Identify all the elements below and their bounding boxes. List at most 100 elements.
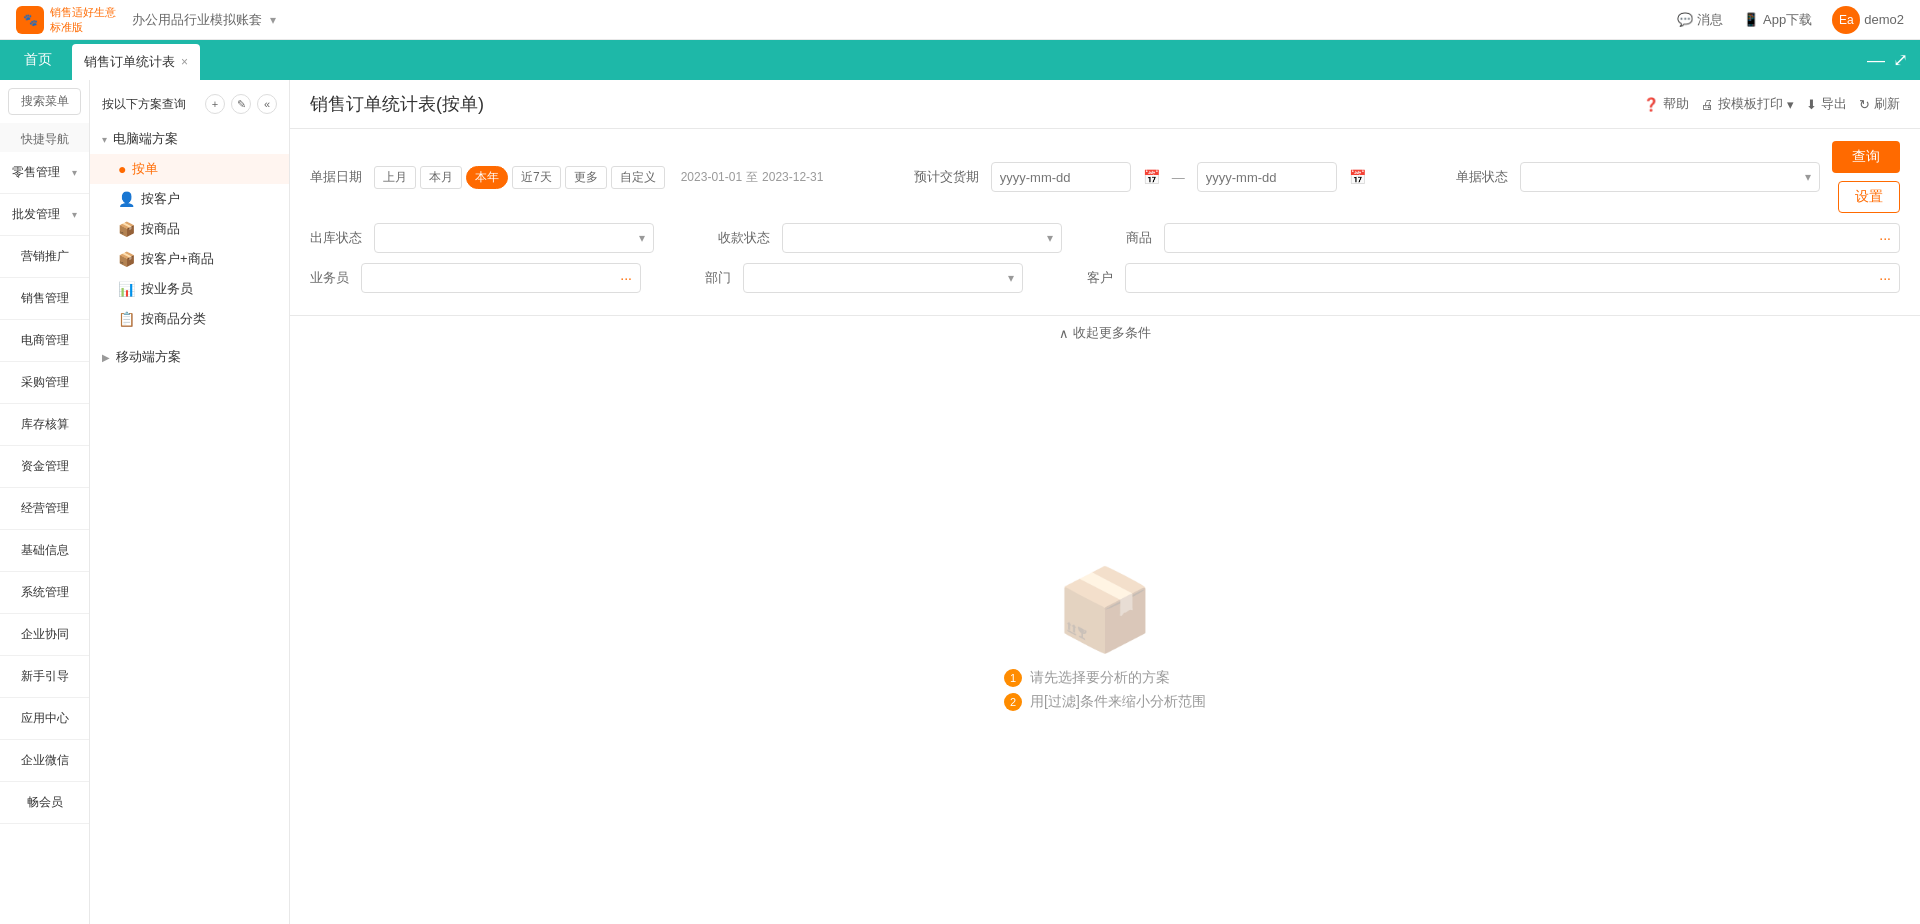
sidebar-item-wechat[interactable]: 企业微信	[0, 740, 89, 782]
logo-icon: 🐾	[16, 6, 44, 34]
sidebar-item-finance[interactable]: 资金管理	[0, 446, 89, 488]
sidebar-item-inventory[interactable]: 库存核算	[0, 404, 89, 446]
collapse-panel-btn[interactable]: «	[257, 94, 277, 114]
sidebar-item-member[interactable]: 畅会员	[0, 782, 89, 824]
query-btn-area: 查询 设置	[1832, 141, 1900, 213]
user-btn[interactable]: Ea demo2	[1832, 6, 1904, 34]
salesperson-label: 业务员	[310, 269, 349, 287]
sidebar-item-wholesale[interactable]: 批发管理 ▾	[0, 194, 89, 236]
scheme-by-customer[interactable]: 👤 按客户	[90, 184, 289, 214]
tab-home[interactable]: 首页	[8, 40, 68, 80]
sidebar: 搜索菜单 快捷导航 零售管理 ▾ 批发管理 ▾ 营销推广 销售管理 电商管理 采…	[0, 80, 90, 924]
date-btn-this-month[interactable]: 本月	[420, 166, 462, 189]
date-btn-custom[interactable]: 自定义	[611, 166, 665, 189]
scheme-person-icon: 👤	[118, 191, 135, 207]
empty-tip-2: 2 用[过滤]条件来缩小分析范围	[1004, 693, 1206, 711]
collapse-conditions-btn[interactable]: ∧ 收起更多条件	[1059, 324, 1151, 342]
top-bar-right: 💬 消息 📱 App下载 Ea demo2	[1677, 6, 1904, 34]
left-panel-header: 按以下方案查询 + ✎ «	[90, 88, 289, 120]
sidebar-item-system[interactable]: 系统管理	[0, 572, 89, 614]
sidebar-arrow-wholesale: ▾	[72, 209, 77, 220]
topbar-dropdown-icon[interactable]: ▾	[270, 13, 276, 27]
sidebar-item-basics[interactable]: 基础信息	[0, 530, 89, 572]
message-icon: 💬	[1677, 12, 1693, 27]
date-btn-7days[interactable]: 近7天	[512, 166, 561, 189]
date-btn-this-year[interactable]: 本年	[466, 166, 508, 189]
add-scheme-btn[interactable]: +	[205, 94, 225, 114]
sidebar-item-marketing[interactable]: 营销推广	[0, 236, 89, 278]
sidebar-item-collab[interactable]: 企业协同	[0, 614, 89, 656]
customer-select[interactable]: ···	[1125, 263, 1900, 293]
tab-close-icon[interactable]: ×	[181, 55, 188, 69]
collapse-bar: ∧ 收起更多条件	[290, 315, 1920, 350]
sidebar-item-purchase[interactable]: 采购管理	[0, 362, 89, 404]
date-filter-label: 单据日期	[310, 168, 362, 186]
scheme-circle-icon: ●	[118, 161, 126, 177]
search-menu-btn[interactable]: 搜索菜单	[8, 88, 81, 115]
goods-label: 商品	[1126, 229, 1152, 247]
receipt-status-select[interactable]: ▾	[782, 223, 1062, 253]
empty-tips: 1 请先选择要分析的方案 2 用[过滤]条件来缩小分析范围	[1004, 669, 1206, 711]
salesperson-select[interactable]: ···	[361, 263, 641, 293]
date-btn-more[interactable]: 更多	[565, 166, 607, 189]
scheme-cg-icon: 📦	[118, 251, 135, 267]
main-layout: 搜索菜单 快捷导航 零售管理 ▾ 批发管理 ▾ 营销推广 销售管理 电商管理 采…	[0, 80, 1920, 924]
scheme-by-order[interactable]: ● 按单	[90, 154, 289, 184]
tip1-num: 1	[1004, 669, 1022, 687]
date-range-display: 2023-01-01 至 2023-12-31	[681, 169, 824, 186]
refresh-btn[interactable]: ↻ 刷新	[1859, 95, 1900, 113]
date-btn-last-month[interactable]: 上月	[374, 166, 416, 189]
sidebar-item-operations[interactable]: 经营管理	[0, 488, 89, 530]
help-icon: ❓	[1643, 97, 1659, 112]
scheme-by-goods[interactable]: 📦 按商品	[90, 214, 289, 244]
tab-controls: — ⤢	[1867, 49, 1920, 71]
export-btn[interactable]: ⬇ 导出	[1806, 95, 1847, 113]
sidebar-item-retail[interactable]: 零售管理 ▾	[0, 152, 89, 194]
tip2-num: 2	[1004, 693, 1022, 711]
settings-btn[interactable]: 设置	[1838, 181, 1900, 213]
goods-select[interactable]: ···	[1164, 223, 1900, 253]
mobile-scheme-section: ▶ 移动端方案	[90, 338, 289, 376]
tab-maximize-icon[interactable]: ⤢	[1893, 49, 1908, 71]
scheme-by-salesperson[interactable]: 📊 按业务员	[90, 274, 289, 304]
main-content: 销售订单统计表(按单) ❓ 帮助 🖨 按模板打印 ▾ ⬇ 导出	[290, 80, 1920, 924]
edit-scheme-btn[interactable]: ✎	[231, 94, 251, 114]
top-bar-left: 🐾 销售适好生意 标准版 办公用品行业模拟账套 ▾	[16, 5, 276, 34]
dept-select[interactable]: ▾	[743, 263, 1023, 293]
sidebar-item-apps[interactable]: 应用中心	[0, 698, 89, 740]
help-btn[interactable]: ❓ 帮助	[1643, 95, 1689, 113]
tab-sales-order-stats[interactable]: 销售订单统计表 ×	[72, 44, 200, 80]
scheme-by-customer-goods[interactable]: 📦 按客户+商品	[90, 244, 289, 274]
pc-scheme-parent[interactable]: ▾ 电脑端方案	[90, 124, 289, 154]
salesperson-dots-icon[interactable]: ···	[620, 270, 632, 286]
mobile-scheme-parent[interactable]: ▶ 移动端方案	[90, 342, 289, 372]
doc-status-select[interactable]: ▾	[1520, 162, 1820, 192]
export-icon: ⬇	[1806, 97, 1817, 112]
expected-date-from-input[interactable]	[991, 162, 1131, 192]
sidebar-item-guide[interactable]: 新手引导	[0, 656, 89, 698]
query-btn[interactable]: 查询	[1832, 141, 1900, 173]
doc-status-label: 单据状态	[1456, 168, 1508, 186]
sidebar-item-sales[interactable]: 销售管理	[0, 278, 89, 320]
cal-icon-from[interactable]: 📅	[1143, 169, 1160, 185]
goods-dots-icon[interactable]: ···	[1879, 230, 1891, 246]
scheme-by-category[interactable]: 📋 按商品分类	[90, 304, 289, 334]
dept-label: 部门	[705, 269, 731, 287]
receipt-status-chevron: ▾	[1047, 231, 1053, 245]
customer-dots-icon[interactable]: ···	[1879, 270, 1891, 286]
print-icon: 🖨	[1701, 97, 1714, 112]
expected-date-to-input[interactable]	[1197, 162, 1337, 192]
dept-chevron: ▾	[1008, 271, 1014, 285]
tab-minimize-icon[interactable]: —	[1867, 50, 1885, 71]
out-status-select[interactable]: ▾	[374, 223, 654, 253]
top-bar-title: 办公用品行业模拟账套	[132, 11, 262, 29]
content-area: 按以下方案查询 + ✎ « ▾ 电脑端方案 ● 按单 👤	[90, 80, 1920, 924]
message-btn[interactable]: 💬 消息	[1677, 11, 1723, 29]
expected-date-label: 预计交货期	[914, 168, 979, 186]
cal-icon-to[interactable]: 📅	[1349, 169, 1366, 185]
left-panel-actions: + ✎ «	[205, 94, 277, 114]
sidebar-item-ecommerce[interactable]: 电商管理	[0, 320, 89, 362]
empty-state: 📦 1 请先选择要分析的方案 2 用[过滤]条件来缩小分析范围	[290, 350, 1920, 924]
app-download-btn[interactable]: 📱 App下载	[1743, 11, 1812, 29]
template-print-btn[interactable]: 🖨 按模板打印 ▾	[1701, 95, 1794, 113]
